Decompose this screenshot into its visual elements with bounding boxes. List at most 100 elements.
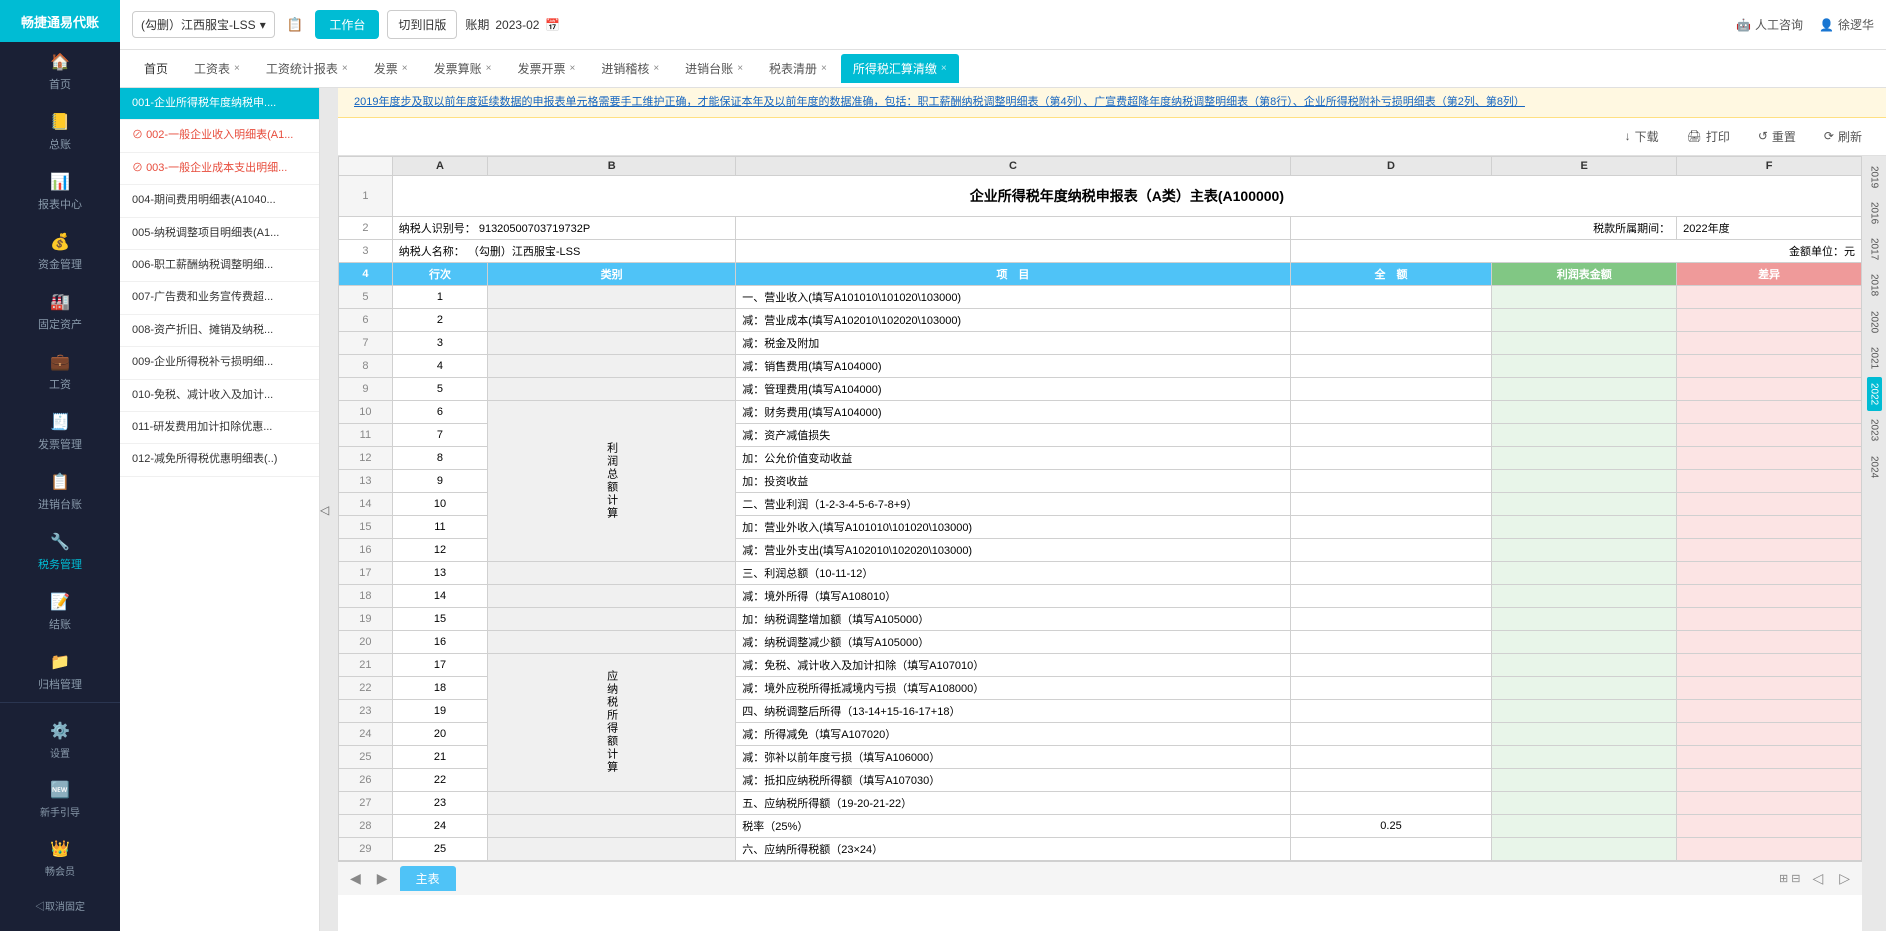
timeline-2017[interactable]: 2017 bbox=[1867, 232, 1882, 266]
sidebar-item-salary[interactable]: 💼 工资 bbox=[0, 342, 120, 402]
table-row: 1 企业所得税年度纳税申报表（A类）主表(A100000) bbox=[339, 175, 1862, 216]
sidebar-item-ledger[interactable]: 📒 总账 bbox=[0, 102, 120, 162]
workbench-button[interactable]: 工作台 bbox=[315, 10, 379, 39]
close-icon[interactable]: × bbox=[342, 63, 348, 74]
sidebar-item-guide[interactable]: 🆕 新手引导 bbox=[0, 770, 120, 829]
table-row: 28 24 税率（25%） 0.25 bbox=[339, 814, 1862, 837]
close-icon[interactable]: × bbox=[653, 63, 659, 74]
invoice-icon: 🧾 bbox=[50, 412, 70, 432]
reports-icon: 📊 bbox=[50, 172, 70, 192]
tab-sales-audit[interactable]: 进销稽核 × bbox=[589, 54, 671, 83]
timeline-2019[interactable]: 2019 bbox=[1867, 160, 1882, 194]
spreadsheet[interactable]: A B C D E F bbox=[338, 156, 1862, 931]
chevron-down-icon: ▾ bbox=[260, 18, 266, 32]
table-row: 6 2 减：营业成本(填写A102010\102020\103000) bbox=[339, 308, 1862, 331]
sheet-tab-main[interactable]: 主表 bbox=[400, 866, 456, 891]
close-icon[interactable]: × bbox=[941, 63, 947, 74]
sidebar-item-member[interactable]: 👑 畅会员 bbox=[0, 829, 120, 888]
calendar-icon[interactable]: 📅 bbox=[545, 18, 560, 32]
left-panel-item-010[interactable]: 010-免税、减计收入及加计... bbox=[120, 380, 319, 412]
close-icon[interactable]: × bbox=[486, 63, 492, 74]
timeline-2020[interactable]: 2020 bbox=[1867, 305, 1882, 339]
tab-sales-ledger[interactable]: 进销台账 × bbox=[673, 54, 755, 83]
timeline-2024[interactable]: 2024 bbox=[1867, 450, 1882, 484]
guide-icon: 🆕 bbox=[50, 780, 70, 800]
timeline-2022[interactable]: 2022 bbox=[1867, 377, 1882, 411]
timeline-2021[interactable]: 2021 bbox=[1867, 341, 1882, 375]
reset-button[interactable]: ↺ 重置 bbox=[1750, 124, 1804, 149]
left-panel-item-001[interactable]: 001-企业所得税年度纳税申.... bbox=[120, 88, 319, 120]
print-button[interactable]: 🖨 打印 bbox=[1679, 124, 1738, 149]
tab-home[interactable]: 首页 bbox=[132, 54, 180, 83]
sidebar-item-unpin[interactable]: ◁取消固定 bbox=[0, 888, 120, 923]
sidebar-item-invoice[interactable]: 🧾 发票管理 bbox=[0, 402, 120, 462]
sidebar-item-tax[interactable]: 🔧 税务管理 bbox=[0, 522, 120, 582]
table-row: 7 3 减：税金及附加 bbox=[339, 331, 1862, 354]
tab-invoice-calc[interactable]: 发票算账 × bbox=[422, 54, 504, 83]
user-profile[interactable]: 👤 徐逻华 bbox=[1819, 16, 1874, 33]
assets-icon: 🏭 bbox=[50, 292, 70, 312]
table-row: 9 5 减：管理费用(填写A104000) bbox=[339, 377, 1862, 400]
left-panel-item-009[interactable]: 009-企业所得税补亏损明细... bbox=[120, 347, 319, 379]
left-panel-item-004[interactable]: 004-期间费用明细表(A1040... bbox=[120, 185, 319, 217]
tab-invoice[interactable]: 发票 × bbox=[362, 54, 420, 83]
table-header-row: 4 行次 类别 项 目 全 额 利润表金额 差异 bbox=[339, 262, 1862, 285]
sidebar-item-assets[interactable]: 🏭 固定资产 bbox=[0, 282, 120, 342]
table-row: 8 4 减：销售费用(填写A104000) bbox=[339, 354, 1862, 377]
sheet-prev-button[interactable]: ◀ bbox=[346, 870, 365, 887]
timeline-2018[interactable]: 2018 bbox=[1867, 268, 1882, 302]
close-icon[interactable]: × bbox=[737, 63, 743, 74]
archive-icon: 📁 bbox=[50, 652, 70, 672]
content-area: 001-企业所得税年度纳税申.... ⊘ 002-一般企业收入明细表(A1...… bbox=[120, 88, 1886, 931]
sidebar-item-archive[interactable]: 📁 归档管理 bbox=[0, 642, 120, 702]
sidebar-item-purchases[interactable]: 📋 进销台账 bbox=[0, 462, 120, 522]
close-icon[interactable]: × bbox=[234, 63, 240, 74]
switch-version-button[interactable]: 切到旧版 bbox=[387, 10, 457, 39]
main-table: A B C D E F bbox=[338, 156, 1862, 861]
nav-tabs: 首页 工资表 × 工资统计报表 × 发票 × 发票算账 × 发票开票 × bbox=[120, 50, 1886, 88]
download-button[interactable]: ↓ 下载 bbox=[1617, 124, 1667, 149]
left-panel-item-003[interactable]: ⊘ 003-一般企业成本支出明细... bbox=[120, 153, 319, 185]
copy-button[interactable]: 📋 bbox=[283, 13, 308, 37]
tab-invoice-open[interactable]: 发票开票 × bbox=[505, 54, 587, 83]
left-panel-item-012[interactable]: 012-减免所得税优惠明细表(..) bbox=[120, 444, 319, 476]
left-panel-item-002[interactable]: ⊘ 002-一般企业收入明细表(A1... bbox=[120, 120, 319, 152]
table-row: 19 15 加：纳税调整增加额（填写A105000） bbox=[339, 607, 1862, 630]
table-row: 27 23 五、应纳税所得额（19-20-21-22） bbox=[339, 791, 1862, 814]
sidebar: 畅捷通易代账 🏠 首页 📒 总账 📊 报表中心 💰 资金管理 🏭 固定资产 💼 … bbox=[0, 0, 120, 931]
company-selector[interactable]: (勾删）江西服宝-LSS ▾ bbox=[132, 11, 275, 38]
ai-icon: 🤖 bbox=[1736, 18, 1751, 32]
sidebar-item-settings[interactable]: ⚙️ 设置 bbox=[0, 711, 120, 770]
table-row: 5 1 一、营业收入(填写A101010\101020\103000) bbox=[339, 285, 1862, 308]
tab-salary-stats[interactable]: 工资统计报表 × bbox=[254, 54, 360, 83]
left-panel-item-008[interactable]: 008-资产折旧、摊销及纳税... bbox=[120, 315, 319, 347]
left-panel-item-007[interactable]: 007-广告费和业务宣传费超... bbox=[120, 282, 319, 314]
sheet-tab-bar: ◀ ▶ 主表 ⊞ ⊟ ◁ ▷ bbox=[338, 861, 1862, 895]
close-icon[interactable]: × bbox=[569, 63, 575, 74]
collapse-panel-button[interactable]: ◁ bbox=[320, 88, 338, 931]
left-panel-item-006[interactable]: 006-职工薪酬纳税调整明细... bbox=[120, 250, 319, 282]
sidebar-item-funds[interactable]: 💰 资金管理 bbox=[0, 222, 120, 282]
table-row: 3 纳税人名称： （勾删）江西服宝-LSS 金额单位：元 bbox=[339, 239, 1862, 262]
scroll-left-button[interactable]: ◁ bbox=[1808, 870, 1827, 887]
ai-consult[interactable]: 🤖 人工咨询 bbox=[1736, 16, 1803, 33]
sheet-next-button[interactable]: ▶ bbox=[373, 870, 392, 887]
timeline-2016[interactable]: 2016 bbox=[1867, 196, 1882, 230]
sidebar-item-close-accounts[interactable]: 📝 结账 bbox=[0, 582, 120, 642]
tab-tax-list[interactable]: 税表清册 × bbox=[757, 54, 839, 83]
timeline-2023[interactable]: 2023 bbox=[1867, 413, 1882, 447]
sidebar-item-home[interactable]: 🏠 首页 bbox=[0, 42, 120, 102]
close-icon[interactable]: × bbox=[402, 63, 408, 74]
left-panel-item-005[interactable]: 005-纳税调整项目明细表(A1... bbox=[120, 218, 319, 250]
scroll-right-button[interactable]: ▷ bbox=[1835, 870, 1854, 887]
header-right: 🤖 人工咨询 👤 徐逻华 bbox=[1736, 16, 1874, 33]
tab-salary[interactable]: 工资表 × bbox=[182, 54, 252, 83]
table-row: 21 17 应纳税所得额计算 减：免税、减计收入及加计扣除（填写A107010） bbox=[339, 653, 1862, 676]
tab-income-tax[interactable]: 所得税汇算清缴 × bbox=[841, 54, 959, 83]
sidebar-item-reports[interactable]: 📊 报表中心 bbox=[0, 162, 120, 222]
left-panel-item-011[interactable]: 011-研发费用加计扣除优惠... bbox=[120, 412, 319, 444]
reset-icon: ↺ bbox=[1758, 129, 1768, 143]
settings-icon: ⚙️ bbox=[50, 721, 70, 741]
refresh-button[interactable]: ⟳ 刷新 bbox=[1816, 124, 1870, 149]
close-icon[interactable]: × bbox=[821, 63, 827, 74]
